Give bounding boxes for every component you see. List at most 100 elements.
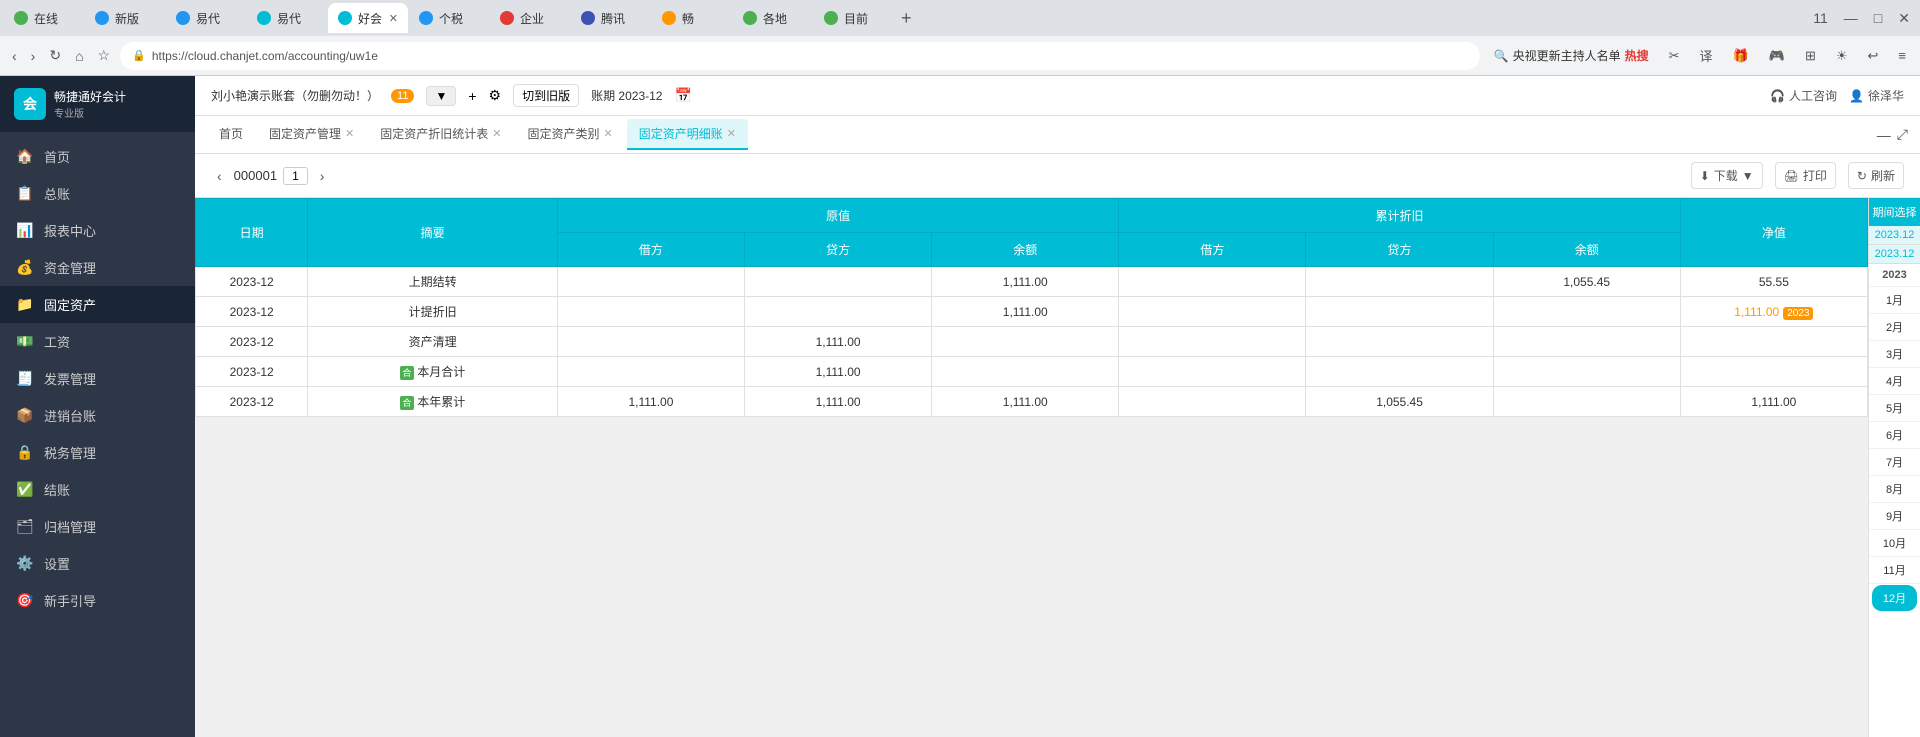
sidebar-item-archive[interactable]: 🗂 归档管理 bbox=[0, 508, 195, 545]
sidebar-item-closing[interactable]: ✅ 结账 bbox=[0, 471, 195, 508]
period-month-item[interactable]: 9月 bbox=[1869, 503, 1920, 530]
page-tab-asset-category[interactable]: 固定资产类别 ✕ bbox=[515, 119, 624, 150]
sidebar-item-label-funds: 资金管理 bbox=[44, 258, 96, 277]
tab-panel-maximize-button[interactable]: ⤢ bbox=[1897, 126, 1908, 143]
page-tab-close-asset-detail-ledger[interactable]: ✕ bbox=[727, 127, 736, 140]
download-button[interactable]: ⬇ 下载 ▼ bbox=[1691, 162, 1763, 189]
switch-version-button[interactable]: 切到旧版 bbox=[513, 84, 579, 107]
period-month-item[interactable]: 10月 bbox=[1869, 530, 1920, 557]
period-month-item[interactable]: 4月 bbox=[1869, 368, 1920, 395]
period-month-item[interactable]: 1月 bbox=[1869, 287, 1920, 314]
ledger-table: 日期 摘要 原值 累计折旧 净值 借方 贷方 余额 借方 贷方 余额 bbox=[195, 198, 1868, 417]
user-profile-button[interactable]: 👤 徐泽华 bbox=[1849, 87, 1904, 104]
browser-tab-new[interactable]: 新版 bbox=[85, 3, 165, 33]
browser-tab-gedi[interactable]: 各地 bbox=[733, 3, 813, 33]
grid-icon-btn[interactable]: ⊞ bbox=[1799, 46, 1822, 66]
browser-tab-muqian[interactable]: 目前 bbox=[814, 3, 894, 33]
ai-service-button[interactable]: 🎧 人工咨询 bbox=[1770, 87, 1837, 104]
hot-search-label: 热搜 bbox=[1625, 47, 1649, 64]
sidebar-nav: 🏠 首页 📋 总账 📊 报表中心 💰 资金管理 📁 固定资产 💵 工资 bbox=[0, 132, 195, 737]
account-selector-dropdown[interactable]: ▼ bbox=[426, 86, 456, 106]
page-tab-depreciation-stats[interactable]: 固定资产折旧统计表 ✕ bbox=[368, 119, 513, 150]
translate-icon-btn[interactable]: 译 bbox=[1694, 44, 1719, 67]
page-tab-asset-detail-ledger[interactable]: 固定资产明细账 ✕ bbox=[627, 119, 748, 150]
reload-button[interactable]: ↻ bbox=[45, 43, 65, 68]
period-month-item[interactable]: 6月 bbox=[1869, 422, 1920, 449]
tab-icon-tengxun bbox=[581, 11, 595, 25]
address-field[interactable]: 🔒 https://cloud.chanjet.com/accounting/u… bbox=[120, 42, 1480, 70]
settings-gear-button[interactable]: ⚙ bbox=[489, 87, 502, 104]
period-month-item[interactable]: 7月 bbox=[1869, 449, 1920, 476]
back-button[interactable]: ‹ bbox=[8, 44, 21, 68]
forward-button[interactable]: › bbox=[27, 44, 40, 68]
new-tab-button[interactable]: + bbox=[895, 8, 918, 29]
browser-tab-geshui[interactable]: 个税 bbox=[409, 3, 489, 33]
period-month-item[interactable]: 2月 bbox=[1869, 314, 1920, 341]
table-cell bbox=[745, 297, 932, 327]
sidebar-item-label-tax: 税务管理 bbox=[44, 443, 96, 462]
page-tab-close-asset-category[interactable]: ✕ bbox=[604, 127, 613, 140]
th-net-value: 净值 bbox=[1680, 199, 1867, 267]
address-bar-row: ‹ › ↻ ⌂ ☆ 🔒 https://cloud.chanjet.com/ac… bbox=[0, 36, 1920, 76]
browser-tab-online[interactable]: 在线 bbox=[4, 3, 84, 33]
menu-icon-btn[interactable]: ≡ bbox=[1892, 46, 1912, 65]
browser-tab-tengxun[interactable]: 腾讯 bbox=[571, 3, 651, 33]
period-month-item[interactable]: 12月 bbox=[1872, 585, 1917, 612]
add-account-button[interactable]: + bbox=[468, 88, 476, 104]
sidebar-logo: 会 畅捷通好会计 专业版 bbox=[0, 76, 195, 132]
history-icon-btn[interactable]: ↩ bbox=[1862, 46, 1885, 66]
sidebar-item-home[interactable]: 🏠 首页 bbox=[0, 138, 195, 175]
browser-maximize-button[interactable]: □ bbox=[1868, 8, 1888, 28]
browser-tab-qiye[interactable]: 企业 bbox=[490, 3, 570, 33]
dropdown-arrow-icon: ▼ bbox=[435, 89, 447, 103]
sidebar-item-reports[interactable]: 📊 报表中心 bbox=[0, 212, 195, 249]
period-month-item[interactable]: 5月 bbox=[1869, 395, 1920, 422]
wallet-icon-btn[interactable]: 🎁 bbox=[1727, 46, 1755, 66]
tab-icon-yidai2 bbox=[257, 11, 271, 25]
settings-icon: ⚙️ bbox=[16, 555, 34, 572]
tab-count-badge[interactable]: 11 bbox=[1807, 8, 1834, 28]
sidebar-item-general-ledger[interactable]: 📋 总账 bbox=[0, 175, 195, 212]
game-icon-btn[interactable]: 🎮 bbox=[1763, 46, 1791, 66]
page-tab-label-home: 首页 bbox=[219, 125, 243, 142]
table-cell bbox=[557, 267, 744, 297]
page-num[interactable]: 1 bbox=[283, 167, 308, 185]
scissors-icon-btn[interactable]: ✂ bbox=[1663, 46, 1686, 66]
sidebar-item-fixed-assets[interactable]: 📁 固定资产 bbox=[0, 286, 195, 323]
page-tab-close-fixed-assets-mgmt[interactable]: ✕ bbox=[345, 127, 354, 140]
prev-page-button[interactable]: ‹ bbox=[211, 166, 228, 186]
browser-tab-chang[interactable]: 畅 bbox=[652, 3, 732, 33]
period-month-item[interactable]: 11月 bbox=[1869, 557, 1920, 584]
print-button[interactable]: 🖨 打印 bbox=[1775, 162, 1836, 189]
sidebar-item-invoice[interactable]: 🧾 发票管理 bbox=[0, 360, 195, 397]
page-tab-home[interactable]: 首页 bbox=[207, 119, 255, 150]
tab-icon-gedi bbox=[743, 11, 757, 25]
browser-tab-yidai1[interactable]: 易代 bbox=[166, 3, 246, 33]
browser-close-button[interactable]: ✕ bbox=[1892, 8, 1916, 29]
sidebar-item-inventory[interactable]: 📦 进销台账 bbox=[0, 397, 195, 434]
sidebar-item-settings[interactable]: ⚙️ 设置 bbox=[0, 545, 195, 582]
sidebar-item-guide[interactable]: 🎯 新手引导 bbox=[0, 582, 195, 619]
browser-minimize-button[interactable]: — bbox=[1838, 8, 1864, 28]
period-month-item[interactable]: 8月 bbox=[1869, 476, 1920, 503]
browser-tab-yidai2[interactable]: 易代 bbox=[247, 3, 327, 33]
page-tab-close-depreciation-stats[interactable]: ✕ bbox=[492, 127, 501, 140]
calendar-icon-button[interactable]: 📅 bbox=[674, 87, 691, 104]
browser-tab-haohui[interactable]: 好会 ✕ bbox=[328, 3, 408, 33]
table-cell bbox=[1680, 327, 1867, 357]
period-month-item[interactable]: 3月 bbox=[1869, 341, 1920, 368]
brightness-icon-btn[interactable]: ☀ bbox=[1830, 46, 1854, 66]
sidebar-item-tax[interactable]: 🔒 税务管理 bbox=[0, 434, 195, 471]
table-cell: 1,055.45 bbox=[1493, 267, 1680, 297]
refresh-button[interactable]: ↻ 刷新 bbox=[1848, 162, 1904, 189]
tab-icon-chang bbox=[662, 11, 676, 25]
tab-panel-minimize-button[interactable]: — bbox=[1877, 126, 1891, 143]
bookmark-button[interactable]: ☆ bbox=[94, 43, 115, 68]
next-page-button[interactable]: › bbox=[314, 166, 331, 186]
sidebar-item-salary[interactable]: 💵 工资 bbox=[0, 323, 195, 360]
home-button[interactable]: ⌂ bbox=[71, 44, 87, 68]
sidebar-item-label-inventory: 进销台账 bbox=[44, 406, 96, 425]
browser-tab-close-haohui[interactable]: ✕ bbox=[389, 12, 398, 25]
page-tab-fixed-assets-mgmt[interactable]: 固定资产管理 ✕ bbox=[257, 119, 366, 150]
sidebar-item-funds[interactable]: 💰 资金管理 bbox=[0, 249, 195, 286]
